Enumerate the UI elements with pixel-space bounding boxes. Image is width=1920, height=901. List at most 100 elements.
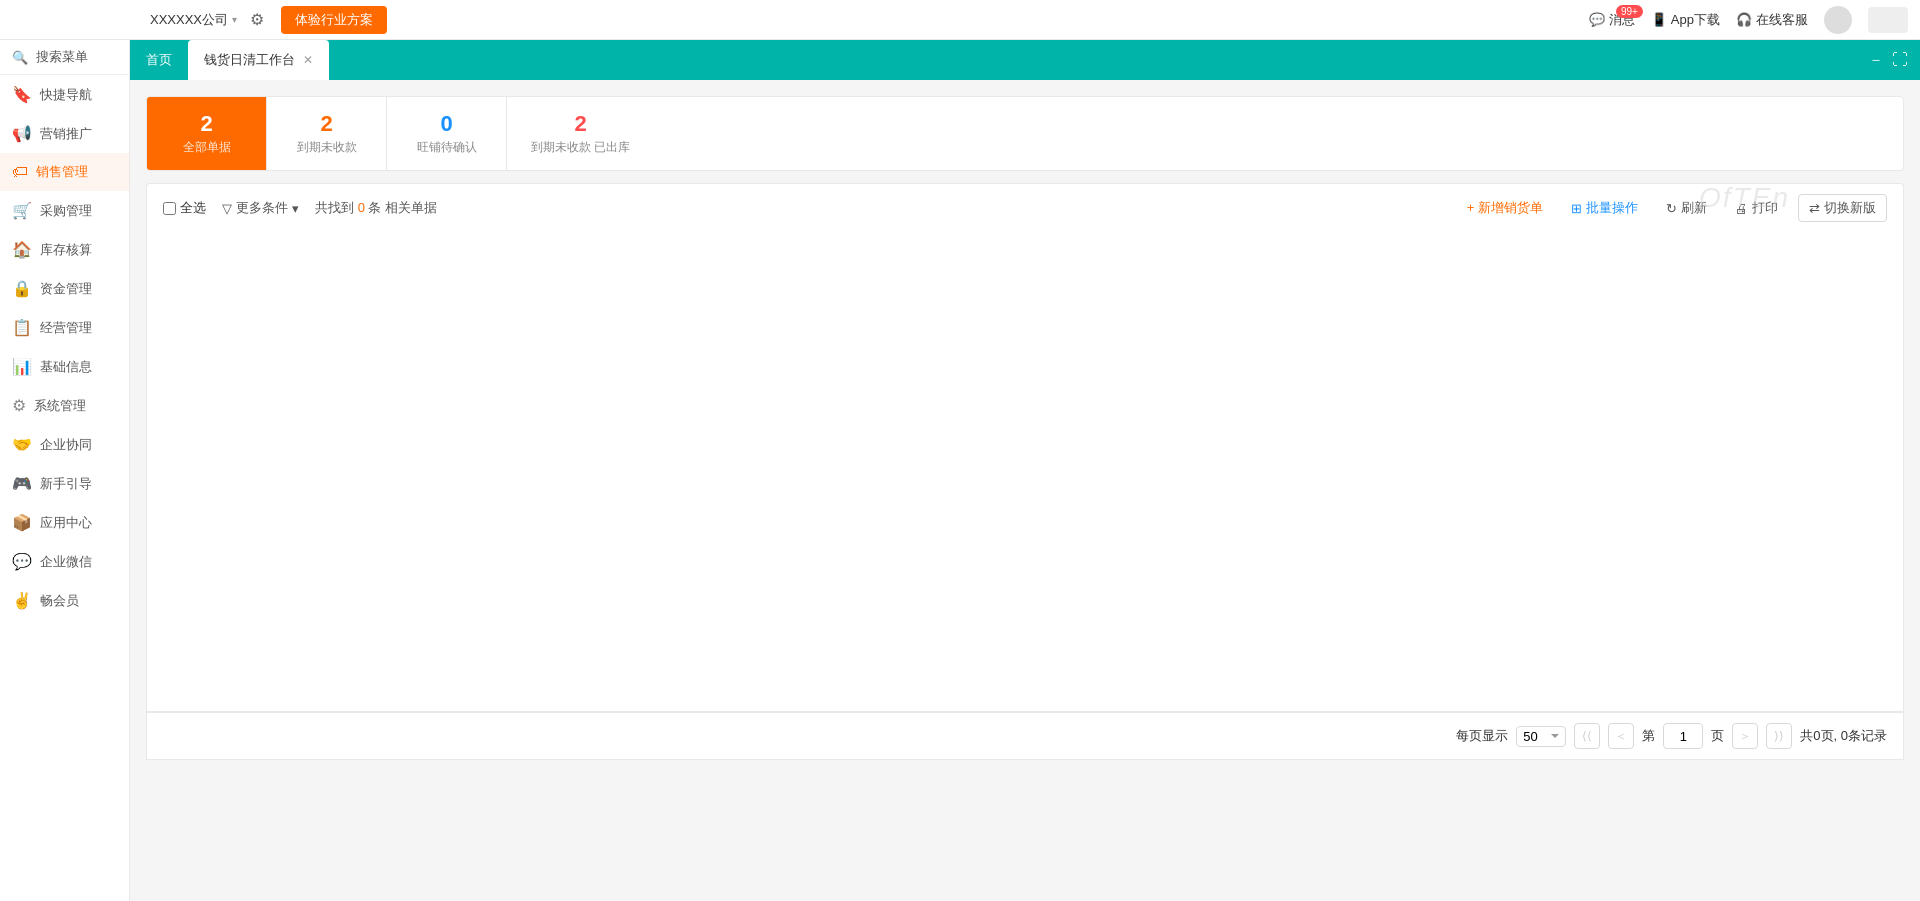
sidebar-item-finance[interactable]: 🔒 资金管理: [0, 269, 129, 308]
window-expand-icon[interactable]: ⛶: [1892, 51, 1908, 69]
found-text: 共找到 0 条 相关单据: [315, 199, 437, 217]
sidebar-item-purchase[interactable]: 🛒 采购管理: [0, 191, 129, 230]
system-icon: ⚙: [12, 396, 26, 415]
page-label-di: 第: [1642, 727, 1655, 745]
tab-workbench[interactable]: 钱货日清工作台 ✕: [188, 40, 329, 80]
message-icon: 💬: [1589, 12, 1605, 27]
filter-btn[interactable]: ▽ 更多条件 ▾: [214, 195, 307, 221]
stat-wangpu-label: 旺铺待确认: [411, 139, 482, 156]
operations-icon: 📋: [12, 318, 32, 337]
page-number-input[interactable]: 1: [1663, 723, 1703, 749]
switch-version-btn[interactable]: ⇄ 切换新版: [1798, 194, 1887, 222]
stat-overdue[interactable]: 2 到期未收款: [267, 97, 387, 170]
sidebar-label-inventory: 库存核算: [40, 241, 92, 259]
sidebar-label-purchase: 采购管理: [40, 202, 92, 220]
page-summary: 共0页, 0条记录: [1800, 727, 1887, 745]
user-name-area[interactable]: [1868, 7, 1908, 33]
experience-btn[interactable]: 体验行业方案: [281, 6, 387, 34]
tab-close-icon[interactable]: ✕: [303, 53, 313, 67]
refresh-label: 刷新: [1681, 199, 1707, 217]
page-first-btn[interactable]: ⟨⟨: [1574, 723, 1600, 749]
print-btn[interactable]: 🖨 打印: [1727, 195, 1786, 221]
found-num: 0: [358, 200, 365, 215]
stat-wangpu-num: 0: [411, 111, 482, 137]
sidebar-item-member[interactable]: ✌ 畅会员: [0, 581, 129, 620]
marketing-icon: 📢: [12, 124, 32, 143]
stat-shipped[interactable]: 2 到期未收款 已出库: [507, 97, 654, 170]
page-next-btn[interactable]: ＞: [1732, 723, 1758, 749]
sidebar-label-sales: 销售管理: [36, 163, 88, 181]
sidebar-item-operations[interactable]: 📋 经营管理: [0, 308, 129, 347]
company-selector[interactable]: XXXXXX公司 ▾: [150, 11, 237, 29]
sidebar-item-quick-nav[interactable]: 🔖 快捷导航: [0, 75, 129, 114]
toolbar-right: + 新增销货单 ⊞ 批量操作 ↻ 刷新 🖨 打印 ⇄ 切换新版: [1459, 194, 1887, 222]
message-badge: 99+: [1616, 5, 1643, 18]
search-icon: 🔍: [12, 50, 28, 65]
sidebar-item-system[interactable]: ⚙ 系统管理: [0, 386, 129, 425]
finance-icon: 🔒: [12, 279, 32, 298]
collab-icon: 🤝: [12, 435, 32, 454]
sidebar-item-basic-info[interactable]: 📊 基础信息: [0, 347, 129, 386]
sidebar-item-guide[interactable]: 🎮 新手引导: [0, 464, 129, 503]
stat-overdue-label: 到期未收款: [291, 139, 362, 156]
company-chevron-icon: ▾: [232, 14, 237, 25]
app-download-item[interactable]: 📱 App下载: [1651, 11, 1720, 29]
page-last-btn[interactable]: ⟩⟩: [1766, 723, 1792, 749]
select-all-checkbox[interactable]: 全选: [163, 199, 206, 217]
sidebar-item-enterprise-wechat[interactable]: 💬 企业微信: [0, 542, 129, 581]
sidebar-search-label: 搜索菜单: [36, 48, 88, 66]
company-name: XXXXXX公司: [150, 11, 228, 29]
add-sales-order-btn[interactable]: + 新增销货单: [1459, 195, 1551, 221]
filter-icon: ▽: [222, 201, 232, 216]
online-service-item[interactable]: 🎧 在线客服: [1736, 11, 1808, 29]
sidebar-item-sales[interactable]: 🏷 销售管理: [0, 153, 129, 191]
sidebar-label-app-center: 应用中心: [40, 514, 92, 532]
message-item[interactable]: 💬 消息 99+: [1589, 11, 1635, 29]
avatar[interactable]: [1824, 6, 1852, 34]
select-all-input[interactable]: [163, 202, 176, 215]
member-icon: ✌: [12, 591, 32, 610]
filter-chevron-icon: ▾: [292, 201, 299, 216]
online-service-label: 在线客服: [1756, 11, 1808, 29]
page-label-ye: 页: [1711, 727, 1724, 745]
stat-shipped-label: 到期未收款 已出库: [531, 139, 630, 156]
top-header: XXXXXX公司 ▾ ⚙ 体验行业方案 💬 消息 99+ 📱 App下载 🎧 在…: [0, 0, 1920, 40]
stat-all[interactable]: 2 全部单据: [147, 97, 267, 170]
sidebar-label-enterprise-wechat: 企业微信: [40, 553, 92, 571]
settings-icon[interactable]: ⚙: [243, 6, 271, 34]
tab-workbench-label: 钱货日清工作台: [204, 51, 295, 69]
print-label: 打印: [1752, 199, 1778, 217]
switch-label: 切换新版: [1824, 199, 1876, 217]
refresh-btn[interactable]: ↻ 刷新: [1658, 195, 1715, 221]
window-minimize-icon[interactable]: －: [1868, 50, 1884, 71]
sidebar-item-app-center[interactable]: 📦 应用中心: [0, 503, 129, 542]
guide-icon: 🎮: [12, 474, 32, 493]
main-content: 2 全部单据 2 到期未收款 0 旺铺待确认 2 到期未收款 已出库 全选 ▽ …: [130, 80, 1920, 901]
page-prev-btn[interactable]: ＜: [1608, 723, 1634, 749]
enterprise-wechat-icon: 💬: [12, 552, 32, 571]
found-prefix: 共找到: [315, 200, 354, 215]
sidebar-search[interactable]: 🔍 搜索菜单: [0, 40, 129, 75]
stat-overdue-num: 2: [291, 111, 362, 137]
quick-nav-icon: 🔖: [12, 85, 32, 104]
batch-operation-btn[interactable]: ⊞ 批量操作: [1563, 195, 1646, 221]
sidebar-label-basic-info: 基础信息: [40, 358, 92, 376]
pagination-bar: 每页显示 50 100 200 ⟨⟨ ＜ 第 1 页 ＞ ⟩⟩ 共0页, 0条记…: [146, 712, 1904, 760]
batch-icon: ⊞: [1571, 201, 1582, 216]
sidebar-item-marketing[interactable]: 📢 营销推广: [0, 114, 129, 153]
sidebar-item-collab[interactable]: 🤝 企业协同: [0, 425, 129, 464]
select-all-label: 全选: [180, 199, 206, 217]
sidebar-item-inventory[interactable]: 🏠 库存核算: [0, 230, 129, 269]
sidebar-label-operations: 经营管理: [40, 319, 92, 337]
nav-tabs: 首页 钱货日清工作台 ✕ － ⛶: [130, 40, 1920, 80]
stat-wangpu[interactable]: 0 旺铺待确认: [387, 97, 507, 170]
tab-home[interactable]: 首页: [130, 40, 188, 80]
per-page-select[interactable]: 50 100 200: [1516, 726, 1566, 747]
batch-label: 批量操作: [1586, 199, 1638, 217]
sales-icon: 🏷: [12, 163, 28, 181]
sidebar-label-quick-nav: 快捷导航: [40, 86, 92, 104]
sidebar-label-guide: 新手引导: [40, 475, 92, 493]
found-suffix: 条 相关单据: [368, 200, 437, 215]
stat-all-label: 全部单据: [171, 139, 242, 156]
sidebar-label-marketing: 营销推广: [40, 125, 92, 143]
